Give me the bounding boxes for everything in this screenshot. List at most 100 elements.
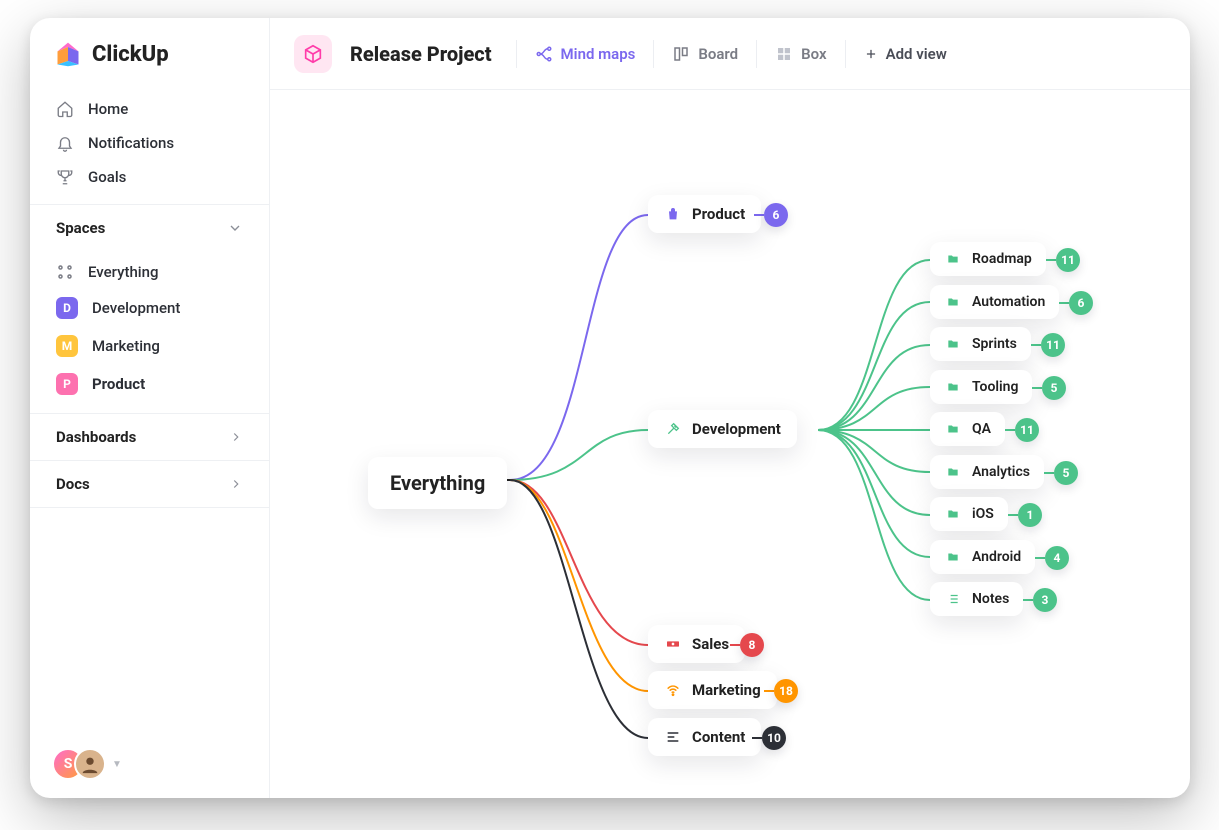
space-icon-p: P xyxy=(56,373,78,395)
view-tab-board[interactable]: Board xyxy=(672,45,738,63)
node-root[interactable]: Everything xyxy=(368,457,507,509)
badge-product: 6 xyxy=(764,203,788,227)
nav-dashboards[interactable]: Dashboards xyxy=(30,413,269,460)
folder-icon xyxy=(944,463,962,481)
node-marketing[interactable]: Marketing xyxy=(648,671,777,709)
leaf-qa[interactable]: QA xyxy=(930,412,1005,446)
bell-icon xyxy=(56,134,74,152)
spaces-header-label: Spaces xyxy=(56,219,105,237)
separator xyxy=(516,40,517,68)
node-content-label: Content xyxy=(692,728,745,746)
ticket-icon xyxy=(664,635,682,653)
space-development-label: Development xyxy=(92,299,180,317)
mindmap-canvas[interactable]: Everything Product 6 Development Sal xyxy=(270,90,1190,798)
view-tab-box-label: Box xyxy=(801,45,826,63)
space-icon-m: M xyxy=(56,335,78,357)
user-avatar-stack[interactable]: S ▼ xyxy=(52,748,247,780)
badge-connector xyxy=(1059,302,1069,304)
leaf-automation[interactable]: Automation xyxy=(930,285,1059,319)
separator xyxy=(756,40,757,68)
view-tab-mindmaps[interactable]: Mind maps xyxy=(535,45,636,63)
folder-icon xyxy=(944,293,962,311)
folder-icon xyxy=(944,548,962,566)
leaf-ios[interactable]: iOS xyxy=(930,497,1008,531)
mindmap-icon xyxy=(535,45,553,63)
nav-goals[interactable]: Goals xyxy=(44,160,255,194)
badge-connector xyxy=(1023,599,1033,601)
leaf-tooling[interactable]: Tooling xyxy=(930,370,1032,404)
spaces-header[interactable]: Spaces xyxy=(30,204,269,251)
view-tab-box[interactable]: Box xyxy=(775,45,826,63)
leaf-label: iOS xyxy=(972,506,994,522)
chevron-right-icon xyxy=(229,477,243,491)
leaf-sprints[interactable]: Sprints xyxy=(930,327,1031,361)
box-icon xyxy=(775,45,793,63)
dashboards-label: Dashboards xyxy=(56,428,136,446)
badge-connector xyxy=(1046,259,1056,261)
leaf-label: Android xyxy=(972,549,1021,565)
space-product-label: Product xyxy=(92,375,145,393)
badge-roadmap: 11 xyxy=(1056,248,1080,272)
node-sales-label: Sales xyxy=(692,635,729,653)
space-everything-label: Everything xyxy=(88,263,158,281)
badge-content: 10 xyxy=(762,726,786,750)
nav-notifications[interactable]: Notifications xyxy=(44,126,255,160)
leaf-label: Tooling xyxy=(972,379,1018,395)
badge-android: 4 xyxy=(1045,546,1069,570)
badge-connector xyxy=(1008,514,1018,516)
leaf-label: Analytics xyxy=(972,464,1030,480)
badge-connector xyxy=(1035,557,1045,559)
avatar-photo xyxy=(74,748,106,780)
leaf-roadmap[interactable]: Roadmap xyxy=(930,242,1046,276)
nav-docs[interactable]: Docs xyxy=(30,460,269,508)
nav-notifications-label: Notifications xyxy=(88,134,174,152)
node-product[interactable]: Product xyxy=(648,195,761,233)
node-content[interactable]: Content xyxy=(648,718,761,756)
brand-logo[interactable]: ClickUp xyxy=(30,18,269,88)
space-development[interactable]: D Development xyxy=(44,289,255,327)
leaf-label: QA xyxy=(972,421,991,437)
main-area: Release Project Mind maps Board Box xyxy=(270,18,1190,798)
badge-connector xyxy=(764,690,774,692)
docs-label: Docs xyxy=(56,475,90,493)
node-marketing-label: Marketing xyxy=(692,681,761,699)
leaf-android[interactable]: Android xyxy=(930,540,1035,574)
plus-icon xyxy=(864,47,878,61)
caret-down-icon: ▼ xyxy=(112,759,122,770)
brand-name: ClickUp xyxy=(92,42,169,67)
leaf-notes[interactable]: Notes xyxy=(930,582,1023,616)
space-everything[interactable]: Everything xyxy=(44,255,255,289)
node-root-label: Everything xyxy=(390,471,485,495)
space-product[interactable]: P Product xyxy=(44,365,255,403)
project-title: Release Project xyxy=(350,42,492,66)
bag-icon xyxy=(664,205,682,223)
chevron-down-icon xyxy=(227,220,243,236)
home-icon xyxy=(56,100,74,118)
view-tab-mindmaps-label: Mind maps xyxy=(561,45,636,63)
leaf-label: Notes xyxy=(972,591,1009,607)
badge-automation: 6 xyxy=(1069,291,1093,315)
separator xyxy=(653,40,654,68)
folder-icon xyxy=(944,335,962,353)
wifi-icon xyxy=(664,681,682,699)
add-view-button[interactable]: Add view xyxy=(864,45,947,63)
nav-goals-label: Goals xyxy=(88,168,126,186)
node-product-label: Product xyxy=(692,205,745,223)
cube-icon xyxy=(302,43,324,65)
badge-notes: 3 xyxy=(1033,588,1057,612)
badge-sales: 8 xyxy=(740,633,764,657)
node-development[interactable]: Development xyxy=(648,410,797,448)
view-tab-board-label: Board xyxy=(698,45,738,63)
badge-connector xyxy=(752,737,762,739)
leaf-analytics[interactable]: Analytics xyxy=(930,455,1044,489)
space-marketing[interactable]: M Marketing xyxy=(44,327,255,365)
badge-connector xyxy=(1044,472,1054,474)
folder-icon xyxy=(944,378,962,396)
space-marketing-label: Marketing xyxy=(92,337,160,355)
nav-home[interactable]: Home xyxy=(44,92,255,126)
clickup-logo-icon xyxy=(54,40,82,68)
project-icon[interactable] xyxy=(294,35,332,73)
leaf-label: Roadmap xyxy=(972,251,1032,267)
badge-connector xyxy=(754,214,764,216)
badge-sprints: 11 xyxy=(1041,333,1065,357)
